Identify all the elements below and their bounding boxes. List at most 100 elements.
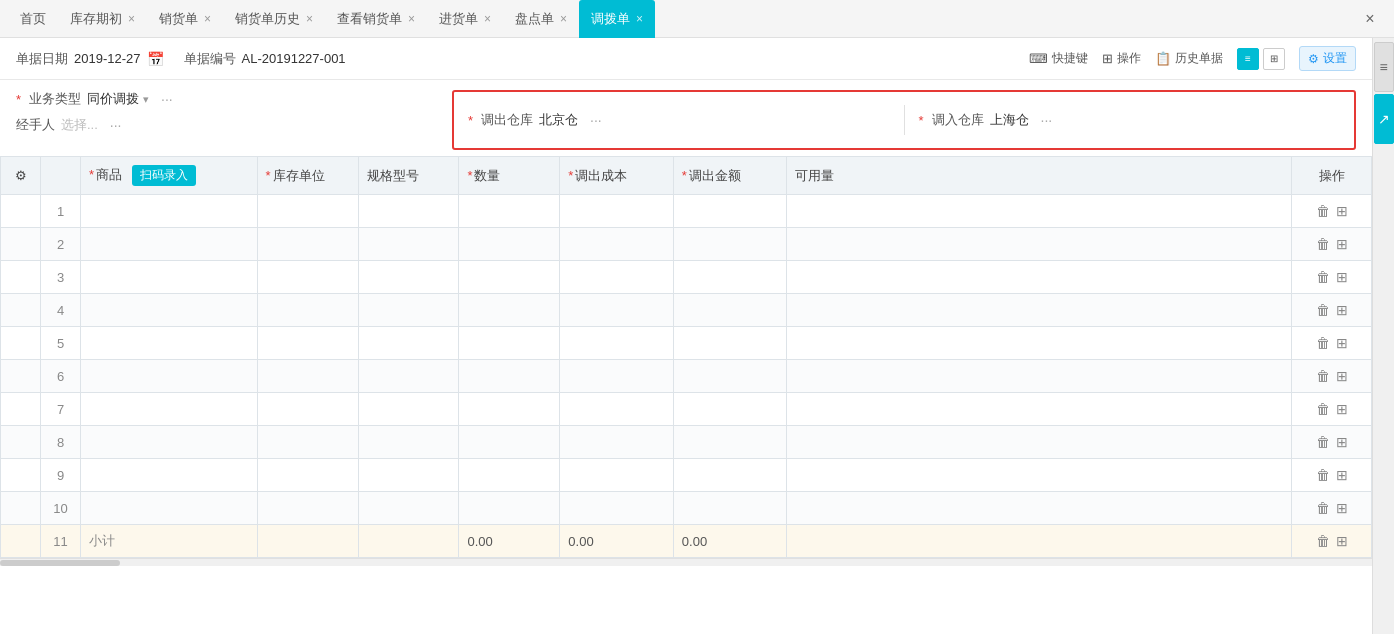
row-qty-cell[interactable] xyxy=(459,393,560,426)
in-warehouse-more[interactable]: ··· xyxy=(1041,112,1053,128)
col-header-settings[interactable]: ⚙ xyxy=(1,157,41,195)
row-cost-cell[interactable] xyxy=(560,195,674,228)
business-type-more[interactable]: ··· xyxy=(161,91,173,107)
delete-icon[interactable]: 🗑 xyxy=(1316,434,1330,450)
row-goods-cell[interactable] xyxy=(81,228,258,261)
row-amount-cell[interactable] xyxy=(673,360,787,393)
copy-icon[interactable]: ⊞ xyxy=(1336,368,1348,384)
delete-icon[interactable]: 🗑 xyxy=(1316,269,1330,285)
row-amount-cell[interactable] xyxy=(673,393,787,426)
out-warehouse-value[interactable]: 北京仓 xyxy=(539,111,578,129)
row-cost-cell[interactable] xyxy=(560,393,674,426)
person-more[interactable]: ··· xyxy=(110,117,122,133)
row-amount-cell[interactable] xyxy=(673,294,787,327)
tab-close-sales-history[interactable]: × xyxy=(306,12,313,26)
row-amount-cell[interactable] xyxy=(673,228,787,261)
tab-close-inventory-init[interactable]: × xyxy=(128,12,135,26)
tab-home[interactable]: 首页 xyxy=(8,0,58,38)
row-goods-cell[interactable] xyxy=(81,261,258,294)
delete-icon[interactable]: 🗑 xyxy=(1316,302,1330,318)
copy-icon[interactable]: ⊞ xyxy=(1336,236,1348,252)
operations-action[interactable]: ⊞ 操作 xyxy=(1102,50,1141,67)
row-cost-cell[interactable] xyxy=(560,459,674,492)
shortcut-action[interactable]: ⌨ 快捷键 xyxy=(1029,50,1088,67)
row-goods-cell[interactable] xyxy=(81,195,258,228)
row-cost-cell[interactable] xyxy=(560,261,674,294)
row-qty-cell[interactable] xyxy=(459,261,560,294)
row-qty-cell[interactable] xyxy=(459,426,560,459)
row-qty-cell[interactable] xyxy=(459,327,560,360)
business-type-dropdown[interactable]: 同价调拨 ▾ xyxy=(87,90,149,108)
row-qty-cell[interactable] xyxy=(459,228,560,261)
delete-icon[interactable]: 🗑 xyxy=(1316,203,1330,219)
tab-purchase-order[interactable]: 进货单 × xyxy=(427,0,503,38)
row-cost-cell[interactable] xyxy=(560,228,674,261)
tab-sales-history[interactable]: 销货单历史 × xyxy=(223,0,325,38)
person-select[interactable]: 选择... xyxy=(61,116,98,134)
tab-close-sales-order[interactable]: × xyxy=(204,12,211,26)
delete-icon[interactable]: 🗑 xyxy=(1316,500,1330,516)
copy-icon[interactable]: ⊞ xyxy=(1336,434,1348,450)
copy-icon[interactable]: ⊞ xyxy=(1336,467,1348,483)
row-goods-cell[interactable] xyxy=(81,294,258,327)
copy-icon[interactable]: ⊞ xyxy=(1336,335,1348,351)
row-goods-cell[interactable] xyxy=(81,492,258,525)
row-cost-cell[interactable] xyxy=(560,492,674,525)
delete-icon[interactable]: 🗑 xyxy=(1316,236,1330,252)
tab-close-transfer-order[interactable]: × xyxy=(636,12,643,26)
history-action[interactable]: 📋 历史单据 xyxy=(1155,50,1223,67)
sidebar-list-button[interactable]: ≡ xyxy=(1374,42,1394,92)
tab-stock-count[interactable]: 盘点单 × xyxy=(503,0,579,38)
row-goods-cell[interactable] xyxy=(81,360,258,393)
row-amount-cell[interactable] xyxy=(673,426,787,459)
tab-inventory-init[interactable]: 库存期初 × xyxy=(58,0,147,38)
window-close-button[interactable]: × xyxy=(1354,3,1386,35)
layout-list-icon[interactable]: ≡ xyxy=(1237,48,1259,70)
row-amount-cell[interactable] xyxy=(673,195,787,228)
row-qty-cell[interactable] xyxy=(459,492,560,525)
horizontal-scrollbar[interactable] xyxy=(0,558,1372,566)
tab-sales-order[interactable]: 销货单 × xyxy=(147,0,223,38)
row-amount-cell[interactable] xyxy=(673,492,787,525)
row-cost-cell[interactable] xyxy=(560,327,674,360)
layout-grid-icon[interactable]: ⊞ xyxy=(1263,48,1285,70)
tab-view-sales[interactable]: 查看销货单 × xyxy=(325,0,427,38)
row-amount-cell[interactable] xyxy=(673,261,787,294)
tab-close-view-sales[interactable]: × xyxy=(408,12,415,26)
row-cost-cell[interactable] xyxy=(560,294,674,327)
row-qty-cell[interactable] xyxy=(459,360,560,393)
delete-icon[interactable]: 🗑 xyxy=(1316,335,1330,351)
row-qty-cell[interactable] xyxy=(459,195,560,228)
copy-icon[interactable]: ⊞ xyxy=(1336,302,1348,318)
delete-icon[interactable]: 🗑 xyxy=(1316,401,1330,417)
calendar-icon[interactable]: 📅 xyxy=(147,51,164,67)
sidebar-expand-button[interactable]: ↗ xyxy=(1374,94,1394,144)
row-goods-cell[interactable] xyxy=(81,327,258,360)
settings-button[interactable]: ⚙ 设置 xyxy=(1299,46,1356,71)
row-qty-cell[interactable] xyxy=(459,459,560,492)
copy-icon[interactable]: ⊞ xyxy=(1336,533,1348,549)
copy-icon[interactable]: ⊞ xyxy=(1336,401,1348,417)
row-goods-cell[interactable] xyxy=(81,426,258,459)
out-warehouse-more[interactable]: ··· xyxy=(590,112,602,128)
row-cost-cell[interactable] xyxy=(560,426,674,459)
delete-icon[interactable]: 🗑 xyxy=(1316,368,1330,384)
row-cost-cell[interactable] xyxy=(560,360,674,393)
row-goods-cell[interactable] xyxy=(81,393,258,426)
tab-transfer-order[interactable]: 调拨单 × xyxy=(579,0,655,38)
row-goods-cell[interactable] xyxy=(81,459,258,492)
in-warehouse-value[interactable]: 上海仓 xyxy=(990,111,1029,129)
row-amount-cell[interactable] xyxy=(673,327,787,360)
scrollbar-thumb[interactable] xyxy=(0,560,120,566)
copy-icon[interactable]: ⊞ xyxy=(1336,203,1348,219)
row-qty-cell[interactable] xyxy=(459,294,560,327)
subtotal-label-cell: 小计 xyxy=(81,525,258,558)
delete-icon[interactable]: 🗑 xyxy=(1316,533,1330,549)
delete-icon[interactable]: 🗑 xyxy=(1316,467,1330,483)
copy-icon[interactable]: ⊞ xyxy=(1336,500,1348,516)
copy-icon[interactable]: ⊞ xyxy=(1336,269,1348,285)
tab-close-purchase-order[interactable]: × xyxy=(484,12,491,26)
tab-close-stock-count[interactable]: × xyxy=(560,12,567,26)
scan-button[interactable]: 扫码录入 xyxy=(132,165,196,186)
row-amount-cell[interactable] xyxy=(673,459,787,492)
